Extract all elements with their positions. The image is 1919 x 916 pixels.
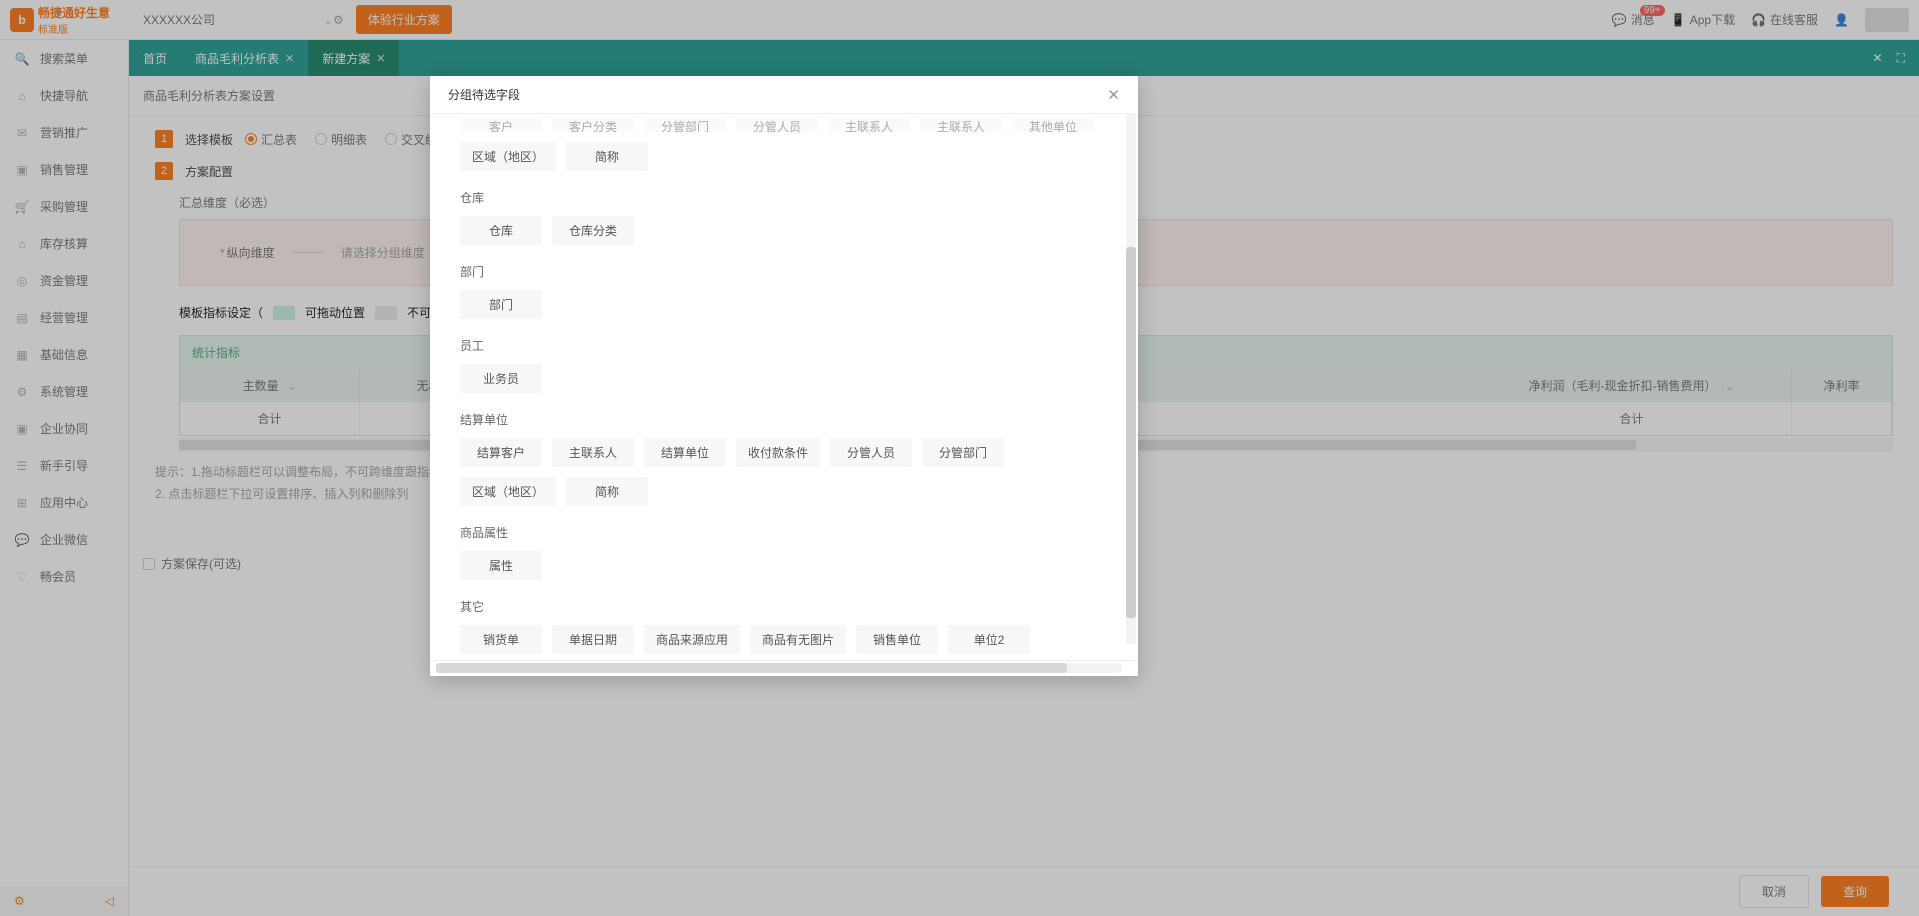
extra-tags: 区域（地区） 简称 [460, 142, 1094, 171]
field-group: 部门部门 [460, 263, 1094, 319]
field-tag[interactable]: 分管部门 [922, 438, 1004, 467]
field-tag[interactable]: 仓库 [460, 216, 542, 245]
field-tag[interactable]: 分管人员 [736, 118, 818, 132]
field-tag[interactable]: 客户 [460, 118, 542, 132]
field-tag[interactable]: 简称 [566, 477, 648, 506]
field-tags: 部门 [460, 290, 1094, 319]
field-modal: 分组待选字段 ✕ 客户客户分类分管部门分管人员主联系人主联系人其他单位 区域（地… [430, 76, 1138, 676]
field-group: 其它销货单单据日期商品来源应用商品有无图片销售单位单位2主计量制单人审核人出库人… [460, 598, 1094, 660]
field-tag[interactable]: 销货单 [460, 625, 542, 654]
group-title: 商品属性 [460, 524, 1094, 541]
partial-visible-row: 客户客户分类分管部门分管人员主联系人主联系人其他单位 [460, 118, 1094, 132]
field-group: 员工业务员 [460, 337, 1094, 393]
field-tag[interactable]: 商品来源应用 [644, 625, 740, 654]
field-tag[interactable]: 主联系人 [552, 438, 634, 467]
group-title: 员工 [460, 337, 1094, 354]
group-title: 结算单位 [460, 411, 1094, 428]
field-tag[interactable]: 区域（地区） [460, 142, 556, 171]
field-tag[interactable]: 简称 [566, 142, 648, 171]
modal-title: 分组待选字段 [448, 86, 520, 103]
field-tag[interactable]: 主联系人 [920, 118, 1002, 132]
modal-header: 分组待选字段 ✕ [430, 76, 1138, 114]
group-title: 仓库 [460, 189, 1094, 206]
field-tag[interactable]: 分管部门 [644, 118, 726, 132]
modal-body: 客户客户分类分管部门分管人员主联系人主联系人其他单位 区域（地区）简称 仓库仓库… [430, 114, 1124, 660]
group-title: 其它 [460, 598, 1094, 615]
field-tags: 属性 [460, 551, 1094, 580]
field-tag[interactable]: 结算客户 [460, 438, 542, 467]
field-tag[interactable]: 部门 [460, 290, 542, 319]
field-tag[interactable]: 业务员 [460, 364, 542, 393]
field-tag[interactable]: 主联系人 [828, 118, 910, 132]
modal-hscroll-area [430, 660, 1138, 676]
close-icon[interactable]: ✕ [1107, 86, 1120, 104]
field-tags: 仓库仓库分类 [460, 216, 1094, 245]
field-tag[interactable]: 客户分类 [552, 118, 634, 132]
group-title: 部门 [460, 263, 1094, 280]
field-group: 商品属性属性 [460, 524, 1094, 580]
field-tags: 销货单单据日期商品来源应用商品有无图片销售单位单位2主计量制单人审核人出库人预计… [460, 625, 1094, 660]
field-group: 结算单位结算客户主联系人结算单位收付款条件分管人员分管部门区域（地区）简称 [460, 411, 1094, 506]
field-tag[interactable]: 收付款条件 [736, 438, 820, 467]
field-tag[interactable]: 分管人员 [830, 438, 912, 467]
field-tag[interactable]: 属性 [460, 551, 542, 580]
field-tag[interactable]: 单据日期 [552, 625, 634, 654]
field-tag[interactable]: 区域（地区） [460, 477, 556, 506]
v-scrollbar[interactable] [1126, 114, 1136, 644]
field-tag[interactable]: 其他单位 [1012, 118, 1094, 132]
field-tag[interactable]: 销售单位 [856, 625, 938, 654]
field-tag[interactable]: 单位2 [948, 625, 1030, 654]
field-tag[interactable]: 结算单位 [644, 438, 726, 467]
h-scrollbar[interactable] [436, 663, 1122, 673]
field-tag[interactable]: 仓库分类 [552, 216, 634, 245]
field-tags: 业务员 [460, 364, 1094, 393]
field-tags: 结算客户主联系人结算单位收付款条件分管人员分管部门区域（地区） 简称 [460, 438, 1094, 506]
field-tag[interactable]: 商品有无图片 [750, 625, 846, 654]
field-group: 仓库仓库仓库分类 [460, 189, 1094, 245]
